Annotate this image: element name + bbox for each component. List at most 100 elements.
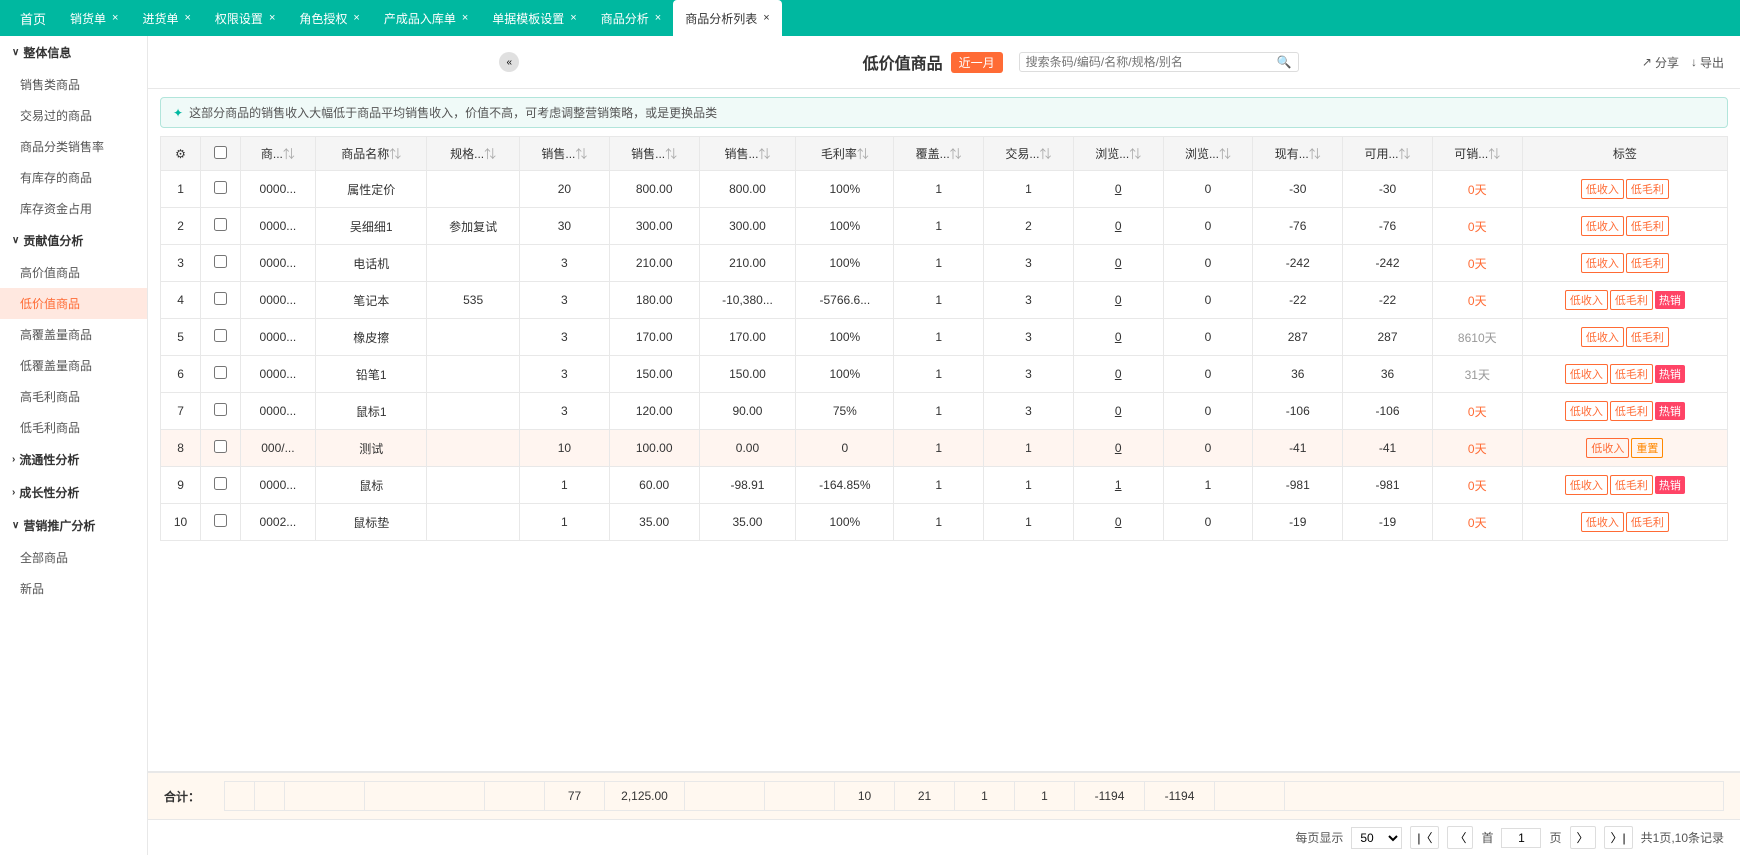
row-spec: [427, 171, 520, 208]
sidebar-group-marketing[interactable]: ∨ 营销推广分析: [0, 509, 147, 542]
sidebar-item-low-value[interactable]: 低价值商品: [0, 288, 147, 319]
view1-link[interactable]: 0: [1115, 515, 1122, 529]
view1-link[interactable]: 1: [1115, 478, 1122, 492]
sidebar-item-all-products[interactable]: 全部商品: [0, 542, 147, 573]
row-gross-rate: -5766.6...: [796, 282, 894, 319]
sidebar-group-growth[interactable]: › 成长性分析: [0, 476, 147, 509]
row-checkbox[interactable]: [201, 430, 241, 467]
search-input[interactable]: [1026, 55, 1273, 69]
view1-link[interactable]: 0: [1115, 404, 1122, 418]
row-select-checkbox[interactable]: [214, 255, 227, 268]
nav-home[interactable]: 首页: [8, 0, 58, 36]
last-page-btn[interactable]: 〉|: [1604, 826, 1633, 849]
row-checkbox[interactable]: [201, 245, 241, 282]
row-checkbox[interactable]: [201, 282, 241, 319]
total-stock: -1194: [1075, 782, 1145, 811]
share-btn[interactable]: ↗ 分享: [1642, 54, 1679, 71]
row-checkbox[interactable]: [201, 356, 241, 393]
view1-link[interactable]: 0: [1115, 182, 1122, 196]
select-all-checkbox[interactable]: [214, 146, 227, 159]
nav-permission[interactable]: 权限设置 ×: [203, 0, 287, 36]
sidebar-item-low-profit[interactable]: 低毛利商品: [0, 412, 147, 443]
nav-role[interactable]: 角色授权 ×: [287, 0, 371, 36]
close-icon[interactable]: ×: [763, 12, 769, 24]
row-checkbox[interactable]: [201, 393, 241, 430]
col-checkbox[interactable]: [201, 137, 241, 171]
sidebar-item-category-sales-rate[interactable]: 商品分类销售率: [0, 131, 147, 162]
row-select-checkbox[interactable]: [214, 292, 227, 305]
row-view1: 0: [1073, 430, 1163, 467]
row-select-checkbox[interactable]: [214, 329, 227, 342]
row-checkbox[interactable]: [201, 171, 241, 208]
row-sales-avg: 150.00: [699, 356, 796, 393]
row-select-checkbox[interactable]: [214, 181, 227, 194]
row-checkbox[interactable]: [201, 467, 241, 504]
row-sales-avg: 90.00: [699, 393, 796, 430]
row-code: 000/...: [240, 430, 316, 467]
col-sales-amt: 销售...⇅: [609, 137, 699, 171]
sidebar-item-stock-fund[interactable]: 库存资金占用: [0, 193, 147, 224]
collapse-sidebar-btn[interactable]: «: [499, 52, 519, 72]
next-page-btn[interactable]: 〉: [1570, 826, 1596, 849]
sidebar-item-high-value[interactable]: 高价值商品: [0, 257, 147, 288]
row-checkbox[interactable]: [201, 208, 241, 245]
nav-template[interactable]: 单据模板设置 ×: [480, 0, 588, 36]
sidebar-item-traded-products[interactable]: 交易过的商品: [0, 100, 147, 131]
view1-link[interactable]: 0: [1115, 256, 1122, 270]
nav-product-analysis[interactable]: 商品分析 ×: [589, 0, 673, 36]
sidebar-group-flow[interactable]: › 流通性分析: [0, 443, 147, 476]
view1-link[interactable]: 0: [1115, 367, 1122, 381]
export-btn[interactable]: ↓ 导出: [1691, 54, 1724, 71]
row-code: 0002...: [240, 504, 316, 541]
nav-purchase[interactable]: 进货单 ×: [130, 0, 202, 36]
sidebar-group-contribution[interactable]: ∨ 贡献值分析: [0, 224, 147, 257]
view1-link[interactable]: 0: [1115, 293, 1122, 307]
row-trade: 1: [984, 504, 1074, 541]
sidebar-item-low-coverage[interactable]: 低覆盖量商品: [0, 350, 147, 381]
row-checkbox[interactable]: [201, 504, 241, 541]
info-icon: ✦: [173, 106, 183, 120]
close-icon[interactable]: ×: [655, 12, 661, 24]
view1-link[interactable]: 0: [1115, 330, 1122, 344]
first-page-btn[interactable]: |〈: [1410, 826, 1439, 849]
sidebar-item-stock-products[interactable]: 有库存的商品: [0, 162, 147, 193]
close-icon[interactable]: ×: [184, 12, 190, 24]
col-sellable: 可销...⇅: [1432, 137, 1522, 171]
close-icon[interactable]: ×: [570, 12, 576, 24]
sidebar-item-high-profit[interactable]: 高毛利商品: [0, 381, 147, 412]
table-row: 2 0000... 吴细细1 参加复试 30 300.00 300.00 100…: [161, 208, 1728, 245]
tag-label: 低收入: [1586, 438, 1629, 458]
close-icon[interactable]: ×: [112, 12, 118, 24]
row-select-checkbox[interactable]: [214, 366, 227, 379]
view1-link[interactable]: 0: [1115, 441, 1122, 455]
row-spec: [427, 319, 520, 356]
prev-page-btn[interactable]: 〈: [1447, 826, 1473, 849]
nav-sales[interactable]: 销货单 ×: [58, 0, 130, 36]
row-select-checkbox[interactable]: [214, 403, 227, 416]
table-row: 8 000/... 测试 10 100.00 0.00 0 1 1 0 0 -4…: [161, 430, 1728, 467]
row-select-checkbox[interactable]: [214, 477, 227, 490]
row-select-checkbox[interactable]: [214, 440, 227, 453]
page-input[interactable]: [1501, 828, 1541, 848]
close-icon[interactable]: ×: [269, 12, 275, 24]
col-settings[interactable]: ⚙: [161, 137, 201, 171]
row-select-checkbox[interactable]: [214, 218, 227, 231]
nav-product-in[interactable]: 产成品入库单 ×: [372, 0, 480, 36]
close-icon[interactable]: ×: [462, 12, 468, 24]
row-select-checkbox[interactable]: [214, 514, 227, 527]
row-sales-avg: 800.00: [699, 171, 796, 208]
sidebar-item-sales-products[interactable]: 销售类商品: [0, 69, 147, 100]
tag-label: 低收入: [1565, 290, 1608, 310]
per-page-select[interactable]: 50 100 200: [1351, 827, 1402, 849]
filter-recent-month-btn[interactable]: 近一月: [951, 52, 1003, 73]
close-icon[interactable]: ×: [353, 12, 359, 24]
view1-link[interactable]: 0: [1115, 219, 1122, 233]
sidebar-item-high-coverage[interactable]: 高覆盖量商品: [0, 319, 147, 350]
sidebar-group-overall[interactable]: ∨ 整体信息: [0, 36, 147, 69]
row-gross-rate: 0: [796, 430, 894, 467]
sidebar-item-new-products[interactable]: 新品: [0, 573, 147, 604]
row-checkbox[interactable]: [201, 319, 241, 356]
row-num: 1: [161, 171, 201, 208]
nav-product-analysis-list[interactable]: 商品分析列表 ×: [673, 0, 781, 36]
row-num: 5: [161, 319, 201, 356]
